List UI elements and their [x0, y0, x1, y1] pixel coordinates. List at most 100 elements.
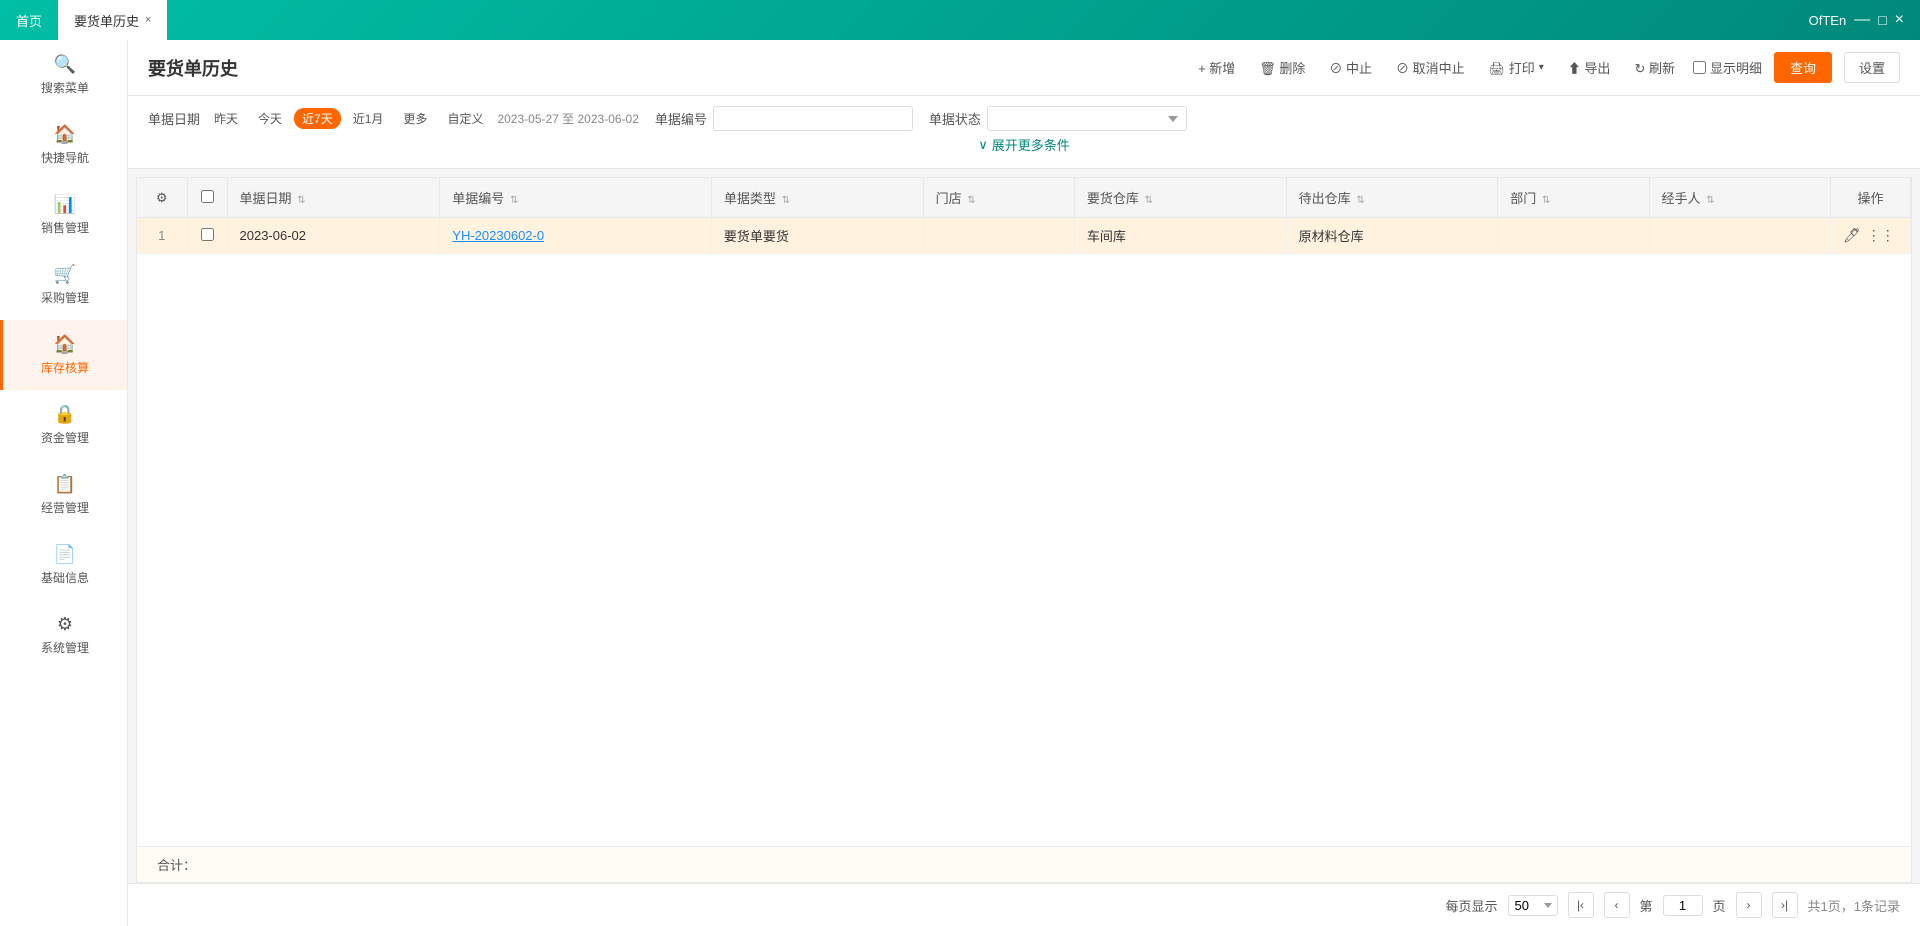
query-button[interactable]: 查询: [1774, 52, 1832, 83]
date-chip-more[interactable]: 更多: [395, 108, 435, 129]
last-page-button[interactable]: ›|: [1772, 892, 1798, 918]
tab-home[interactable]: 首页: [0, 0, 58, 40]
row-index: 1: [137, 218, 187, 254]
search-menu-icon: 🔍: [54, 54, 76, 75]
pagination: 每页显示 50 20 100 |‹ ‹ 第 页 › ›| 共1页，1条记录: [128, 883, 1920, 926]
date-chip-custom[interactable]: 自定义: [439, 108, 491, 129]
sidebar-item-inventory-calc[interactable]: 🏠 库存核算: [0, 320, 127, 390]
page-title: 要货单历史: [148, 55, 238, 81]
finance-mgmt-icon: 🔒: [54, 404, 76, 425]
inventory-calc-icon: 🏠: [54, 334, 76, 355]
page-word: 第: [1640, 896, 1653, 915]
sidebar-item-purchase-mgmt[interactable]: 🛒 采购管理: [0, 250, 127, 320]
doc-no-link[interactable]: YH-20230602-0: [452, 228, 544, 243]
col-actions: 操作: [1831, 178, 1911, 218]
sidebar-label-sys-mgmt: 系统管理: [41, 639, 89, 656]
col-doc-type[interactable]: 单据类型 ⇅: [711, 178, 923, 218]
stop-button[interactable]: ⊘ 中止: [1323, 54, 1378, 81]
display-detail-input[interactable]: [1693, 61, 1706, 74]
row-checkbox[interactable]: [201, 228, 214, 241]
table-body: 12023-06-02YH-20230602-0要货单要货车间库原材料仓库🖊⋮⋮: [137, 218, 1911, 254]
top-bar-right: OfTEn — □ ×: [1809, 11, 1920, 29]
sidebar-item-sales-mgmt[interactable]: 📊 销售管理: [0, 180, 127, 250]
tab-active[interactable]: 要货单历史 ×: [58, 0, 167, 40]
print-button[interactable]: 🖨 打印 ▾: [1483, 54, 1550, 81]
ops-mgmt-icon: 📋: [54, 474, 76, 495]
sidebar-label-basic-info: 基础信息: [41, 569, 89, 586]
sidebar-item-search-menu[interactable]: 🔍 搜索菜单: [0, 40, 127, 110]
sidebar-item-sys-mgmt[interactable]: ⚙ 系统管理: [0, 600, 127, 670]
new-button[interactable]: + 新增: [1192, 54, 1241, 81]
sidebar-item-finance-mgmt[interactable]: 🔒 资金管理: [0, 390, 127, 460]
doc-no-filter-item: 单据编号: [655, 106, 913, 131]
sort-req-warehouse-icon: ⇅: [1145, 195, 1153, 206]
data-table: ⚙ 单据日期 ⇅ 单据编号 ⇅ 单据类型 ⇅: [137, 178, 1911, 254]
status-select[interactable]: [987, 106, 1187, 131]
col-settings[interactable]: ⚙: [137, 178, 187, 218]
close-btn[interactable]: ×: [1895, 11, 1904, 29]
table-header-row: ⚙ 单据日期 ⇅ 单据编号 ⇅ 单据类型 ⇅: [137, 178, 1911, 218]
footer-summary: 合计：: [136, 847, 1912, 883]
select-all-checkbox[interactable]: [201, 190, 214, 203]
doc-no-input[interactable]: [713, 106, 913, 131]
tab-close-icon[interactable]: ×: [145, 14, 151, 26]
sidebar-label-inventory-calc: 库存核算: [41, 359, 89, 376]
quick-nav-icon: 🏠: [54, 124, 76, 145]
sidebar-item-ops-mgmt[interactable]: 📋 经营管理: [0, 460, 127, 530]
display-detail-label: 显示明细: [1710, 58, 1762, 77]
sort-doc-no-icon: ⇅: [510, 195, 518, 206]
status-filter-item: 单据状态: [929, 106, 1187, 131]
sales-mgmt-icon: 📊: [54, 194, 76, 215]
refresh-button[interactable]: ↻ 刷新: [1628, 54, 1681, 81]
sidebar-label-finance-mgmt: 资金管理: [41, 429, 89, 446]
minimize-btn[interactable]: —: [1854, 11, 1870, 29]
col-doc-date[interactable]: 单据日期 ⇅: [227, 178, 440, 218]
sidebar-item-basic-info[interactable]: 📄 基础信息: [0, 530, 127, 600]
sort-doc-type-icon: ⇅: [782, 195, 790, 206]
print-dropdown-icon[interactable]: ▾: [1539, 62, 1544, 73]
sidebar-item-quick-nav[interactable]: 🏠 快捷导航: [0, 110, 127, 180]
sidebar-label-purchase-mgmt: 采购管理: [41, 289, 89, 306]
expand-more-button[interactable]: ∨ 展开更多条件: [148, 131, 1900, 158]
col-dept[interactable]: 部门 ⇅: [1498, 178, 1649, 218]
next-page-button[interactable]: ›: [1736, 892, 1762, 918]
filter-area: 单据日期 昨天 今天 近7天 近1月 更多 自定义 2023-05-27 至 2…: [128, 96, 1920, 169]
expand-icon: ∨: [978, 137, 988, 153]
col-pending-warehouse[interactable]: 待出仓库 ⇅: [1286, 178, 1498, 218]
page-size-select[interactable]: 50 20 100: [1508, 895, 1558, 916]
col-handler[interactable]: 经手人 ⇅: [1649, 178, 1831, 218]
page-suffix: 页: [1713, 896, 1726, 915]
col-store[interactable]: 门店 ⇅: [923, 178, 1074, 218]
cell-req_warehouse: 车间库: [1074, 218, 1286, 254]
page-number-input[interactable]: [1663, 895, 1703, 916]
basic-info-icon: 📄: [54, 544, 76, 565]
date-chip-7days[interactable]: 近7天: [294, 108, 341, 129]
first-page-button[interactable]: |‹: [1568, 892, 1594, 918]
active-tab-label: 要货单历史: [74, 11, 139, 30]
sort-doc-date-icon: ⇅: [297, 195, 305, 206]
maximize-btn[interactable]: □: [1878, 12, 1886, 28]
date-chip-yesterday[interactable]: 昨天: [206, 108, 246, 129]
date-chip-1month[interactable]: 近1月: [345, 108, 392, 129]
date-chip-today[interactable]: 今天: [250, 108, 290, 129]
col-checkbox[interactable]: [187, 178, 227, 218]
col-req-warehouse[interactable]: 要货仓库 ⇅: [1074, 178, 1286, 218]
col-doc-no[interactable]: 单据编号 ⇅: [440, 178, 712, 218]
date-chips: 昨天 今天 近7天 近1月 更多 自定义: [206, 108, 491, 129]
more-action-icon[interactable]: ⋮⋮: [1867, 227, 1895, 244]
cell-store: [923, 218, 1074, 254]
summary-label: 合计：: [157, 858, 196, 873]
cell-handler: [1649, 218, 1831, 254]
date-filter-item: 单据日期 昨天 今天 近7天 近1月 更多 自定义 2023-05-27 至 2…: [148, 108, 639, 129]
export-button[interactable]: ⬆ 导出: [1562, 54, 1617, 81]
cell-dept: [1498, 218, 1649, 254]
settings-button[interactable]: 设置: [1844, 52, 1900, 83]
display-detail-checkbox[interactable]: 显示明细: [1693, 58, 1762, 77]
edit-action-icon[interactable]: 🖊: [1843, 227, 1861, 244]
delete-button[interactable]: 🗑 删除: [1253, 54, 1311, 81]
print-label: 🖨 打印: [1489, 58, 1535, 77]
cancel-stop-button[interactable]: ⊘ 取消中止: [1390, 54, 1471, 81]
sidebar-label-sales-mgmt: 销售管理: [41, 219, 89, 236]
expand-label: 展开更多条件: [992, 135, 1070, 154]
prev-page-button[interactable]: ‹: [1604, 892, 1630, 918]
